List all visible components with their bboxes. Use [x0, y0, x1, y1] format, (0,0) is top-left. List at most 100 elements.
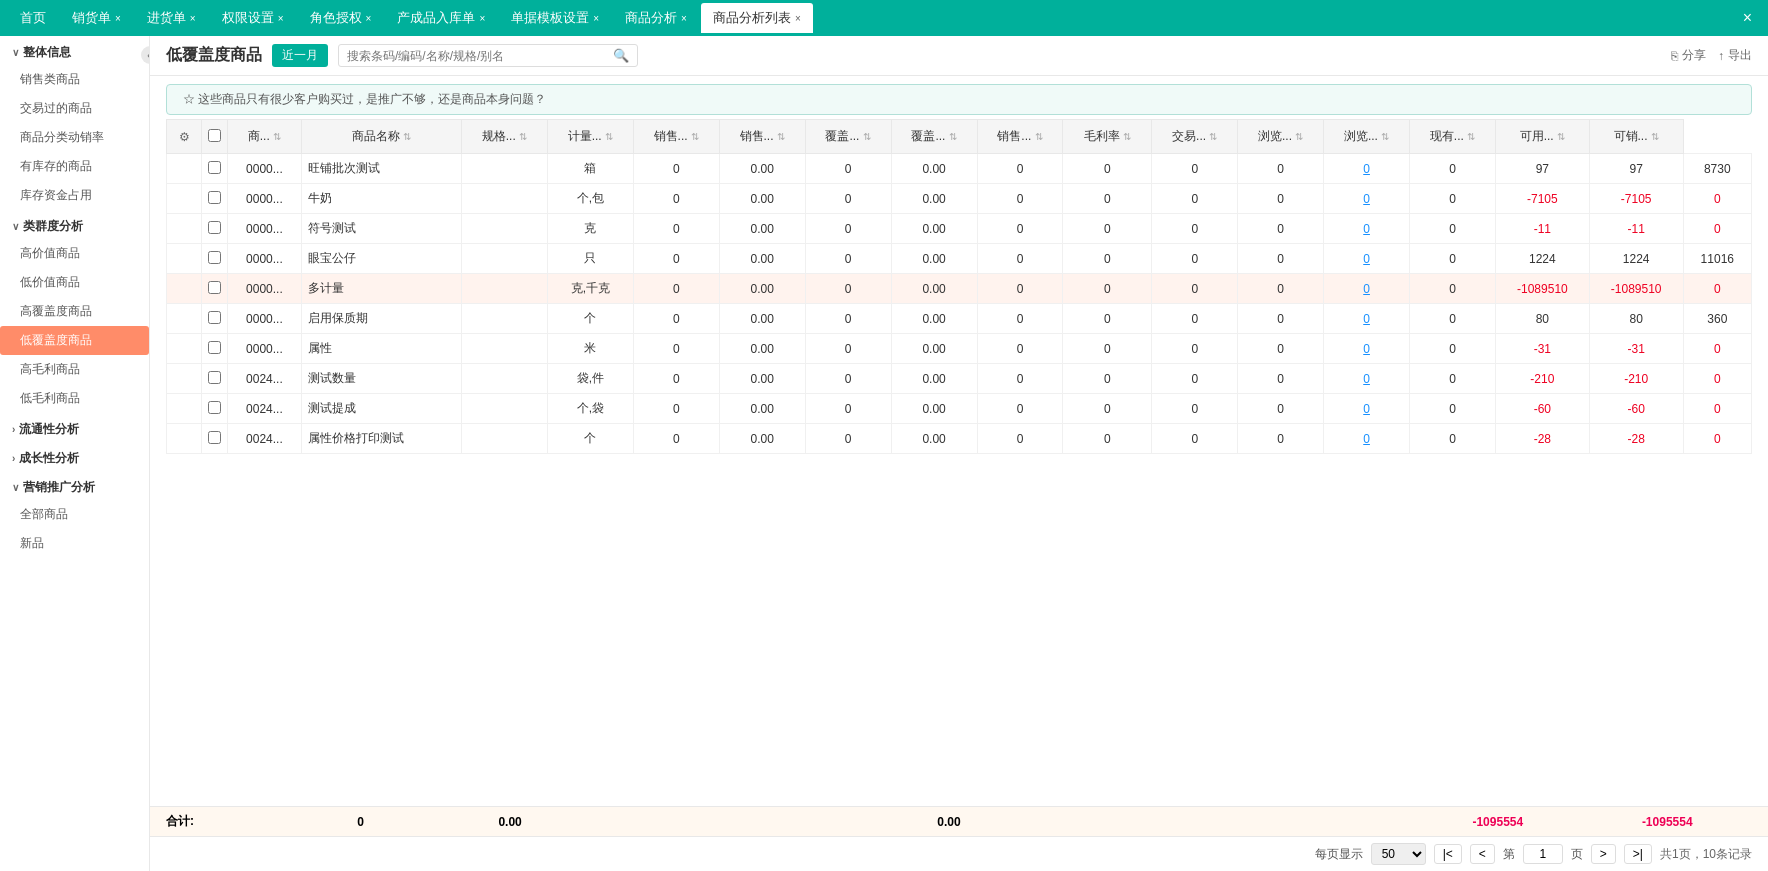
nav-tab-purchase[interactable]: 进货单 ×: [135, 3, 208, 33]
sort-icon-saleable: ⇅: [1651, 131, 1659, 142]
row-browse-link[interactable]: 0: [1324, 154, 1410, 184]
footer-spacer: 0 0.00 0.00 -1095554 -1095554: [286, 815, 1752, 829]
th-margin-rate[interactable]: 毛利率 ⇅: [1063, 120, 1152, 154]
th-sales1[interactable]: 销售... ⇅: [633, 120, 719, 154]
sidebar-section-liquidity[interactable]: › 流通性分析: [0, 413, 149, 442]
row-browse-link[interactable]: 0: [1324, 244, 1410, 274]
sidebar-item-low-coverage[interactable]: 低覆盖度商品: [0, 326, 149, 355]
sidebar-section-overall[interactable]: ∨ 整体信息: [0, 36, 149, 65]
select-all-checkbox[interactable]: [208, 129, 221, 142]
row-checkbox[interactable]: [202, 274, 228, 304]
page-input[interactable]: [1523, 844, 1563, 864]
row-checkbox[interactable]: [202, 304, 228, 334]
first-page-btn[interactable]: |<: [1434, 844, 1462, 864]
nav-tab-analysis-list[interactable]: 商品分析列表 ×: [701, 3, 813, 33]
th-cover2[interactable]: 覆盖... ⇅: [891, 120, 977, 154]
th-settings[interactable]: ⚙: [167, 120, 202, 154]
nav-tab-analysis[interactable]: 商品分析 ×: [613, 3, 699, 33]
th-cover1[interactable]: 覆盖... ⇅: [805, 120, 891, 154]
th-name[interactable]: 商品名称 ⇅: [301, 120, 461, 154]
close-all-tabs[interactable]: ×: [1735, 9, 1760, 27]
row-checkbox[interactable]: [202, 334, 228, 364]
row-browse-link[interactable]: 0: [1324, 214, 1410, 244]
th-checkbox[interactable]: [202, 120, 228, 154]
row-unit: 克,千克: [547, 274, 633, 304]
sidebar-section-marketing[interactable]: ∨ 营销推广分析: [0, 471, 149, 500]
export-button[interactable]: ↑ 导出: [1718, 47, 1752, 64]
row-col5: 0: [977, 304, 1063, 334]
row-browse-link[interactable]: 0: [1324, 394, 1410, 424]
row-browse-link[interactable]: 0: [1324, 304, 1410, 334]
row-browse-link[interactable]: 0: [1324, 364, 1410, 394]
nav-tab-home[interactable]: 首页: [8, 3, 58, 33]
settings-icon[interactable]: ⚙: [179, 130, 190, 144]
row-col7: 0: [1152, 334, 1238, 364]
close-role-tab[interactable]: ×: [366, 13, 372, 24]
close-sales-tab[interactable]: ×: [115, 13, 121, 24]
th-available[interactable]: 可用... ⇅: [1495, 120, 1589, 154]
sidebar-item-with-stock[interactable]: 有库存的商品: [0, 152, 149, 181]
nav-tab-permission[interactable]: 权限设置 ×: [210, 3, 296, 33]
th-spec[interactable]: 规格... ⇅: [461, 120, 547, 154]
th-browse1[interactable]: 浏览... ⇅: [1238, 120, 1324, 154]
row-checkbox[interactable]: [202, 184, 228, 214]
search-icon[interactable]: 🔍: [613, 48, 629, 63]
sidebar-item-sales-goods[interactable]: 销售类商品: [0, 65, 149, 94]
row-col1: 0: [633, 424, 719, 454]
sidebar-section-cluster[interactable]: ∨ 类群度分析: [0, 210, 149, 239]
sort-icon-cover1: ⇅: [863, 131, 871, 142]
search-input[interactable]: [347, 49, 609, 63]
close-analysis-list-tab[interactable]: ×: [795, 13, 801, 24]
nav-tab-template[interactable]: 单据模板设置 ×: [499, 3, 611, 33]
sidebar-item-high-value[interactable]: 高价值商品: [0, 239, 149, 268]
sidebar-item-all-goods[interactable]: 全部商品: [0, 500, 149, 529]
period-button[interactable]: 近一月: [272, 44, 328, 67]
nav-tab-product-in[interactable]: 产成品入库单 ×: [385, 3, 497, 33]
th-current[interactable]: 现有... ⇅: [1410, 120, 1496, 154]
row-spec: [461, 184, 547, 214]
close-product-in-tab[interactable]: ×: [479, 13, 485, 24]
row-browse2: 0: [1410, 334, 1496, 364]
sidebar-item-traded-goods[interactable]: 交易过的商品: [0, 94, 149, 123]
row-col10: -11: [1589, 214, 1683, 244]
sidebar-item-high-coverage[interactable]: 高覆盖度商品: [0, 297, 149, 326]
sidebar-item-new-goods[interactable]: 新品: [0, 529, 149, 558]
th-sales2[interactable]: 销售... ⇅: [719, 120, 805, 154]
sidebar-item-stock-capital[interactable]: 库存资金占用: [0, 181, 149, 210]
sidebar-item-low-margin[interactable]: 低毛利商品: [0, 384, 149, 413]
row-browse-link[interactable]: 0: [1324, 334, 1410, 364]
row-browse2: 0: [1410, 184, 1496, 214]
row-browse-link[interactable]: 0: [1324, 424, 1410, 454]
row-code: 0024...: [228, 394, 301, 424]
th-trade[interactable]: 交易... ⇅: [1152, 120, 1238, 154]
sidebar-item-low-value[interactable]: 低价值商品: [0, 268, 149, 297]
row-browse-link[interactable]: 0: [1324, 274, 1410, 304]
sidebar-item-high-margin[interactable]: 高毛利商品: [0, 355, 149, 384]
th-saleable[interactable]: 可销... ⇅: [1589, 120, 1683, 154]
row-checkbox[interactable]: [202, 214, 228, 244]
close-permission-tab[interactable]: ×: [278, 13, 284, 24]
prev-page-btn[interactable]: <: [1470, 844, 1495, 864]
row-checkbox[interactable]: [202, 154, 228, 184]
row-checkbox[interactable]: [202, 424, 228, 454]
th-browse2[interactable]: 浏览... ⇅: [1324, 120, 1410, 154]
th-unit[interactable]: 计量... ⇅: [547, 120, 633, 154]
next-page-btn[interactable]: >: [1591, 844, 1616, 864]
table-container[interactable]: ⚙ 商... ⇅ 商品名称 ⇅ 规格... ⇅ 计量... ⇅ 销售... ⇅ …: [150, 119, 1768, 806]
close-template-tab[interactable]: ×: [593, 13, 599, 24]
last-page-btn[interactable]: >|: [1624, 844, 1652, 864]
sidebar-item-category-rate[interactable]: 商品分类动销率: [0, 123, 149, 152]
row-checkbox[interactable]: [202, 364, 228, 394]
nav-tab-sales[interactable]: 销货单 ×: [60, 3, 133, 33]
sidebar-section-growth[interactable]: › 成长性分析: [0, 442, 149, 471]
row-checkbox[interactable]: [202, 394, 228, 424]
close-analysis-tab[interactable]: ×: [681, 13, 687, 24]
per-page-select[interactable]: 50 100 200: [1371, 843, 1426, 865]
nav-tab-role[interactable]: 角色授权 ×: [298, 3, 384, 33]
share-button[interactable]: ⎘ 分享: [1671, 47, 1706, 64]
row-browse-link[interactable]: 0: [1324, 184, 1410, 214]
row-checkbox[interactable]: [202, 244, 228, 274]
th-sales3[interactable]: 销售... ⇅: [977, 120, 1063, 154]
th-code[interactable]: 商... ⇅: [228, 120, 301, 154]
close-purchase-tab[interactable]: ×: [190, 13, 196, 24]
